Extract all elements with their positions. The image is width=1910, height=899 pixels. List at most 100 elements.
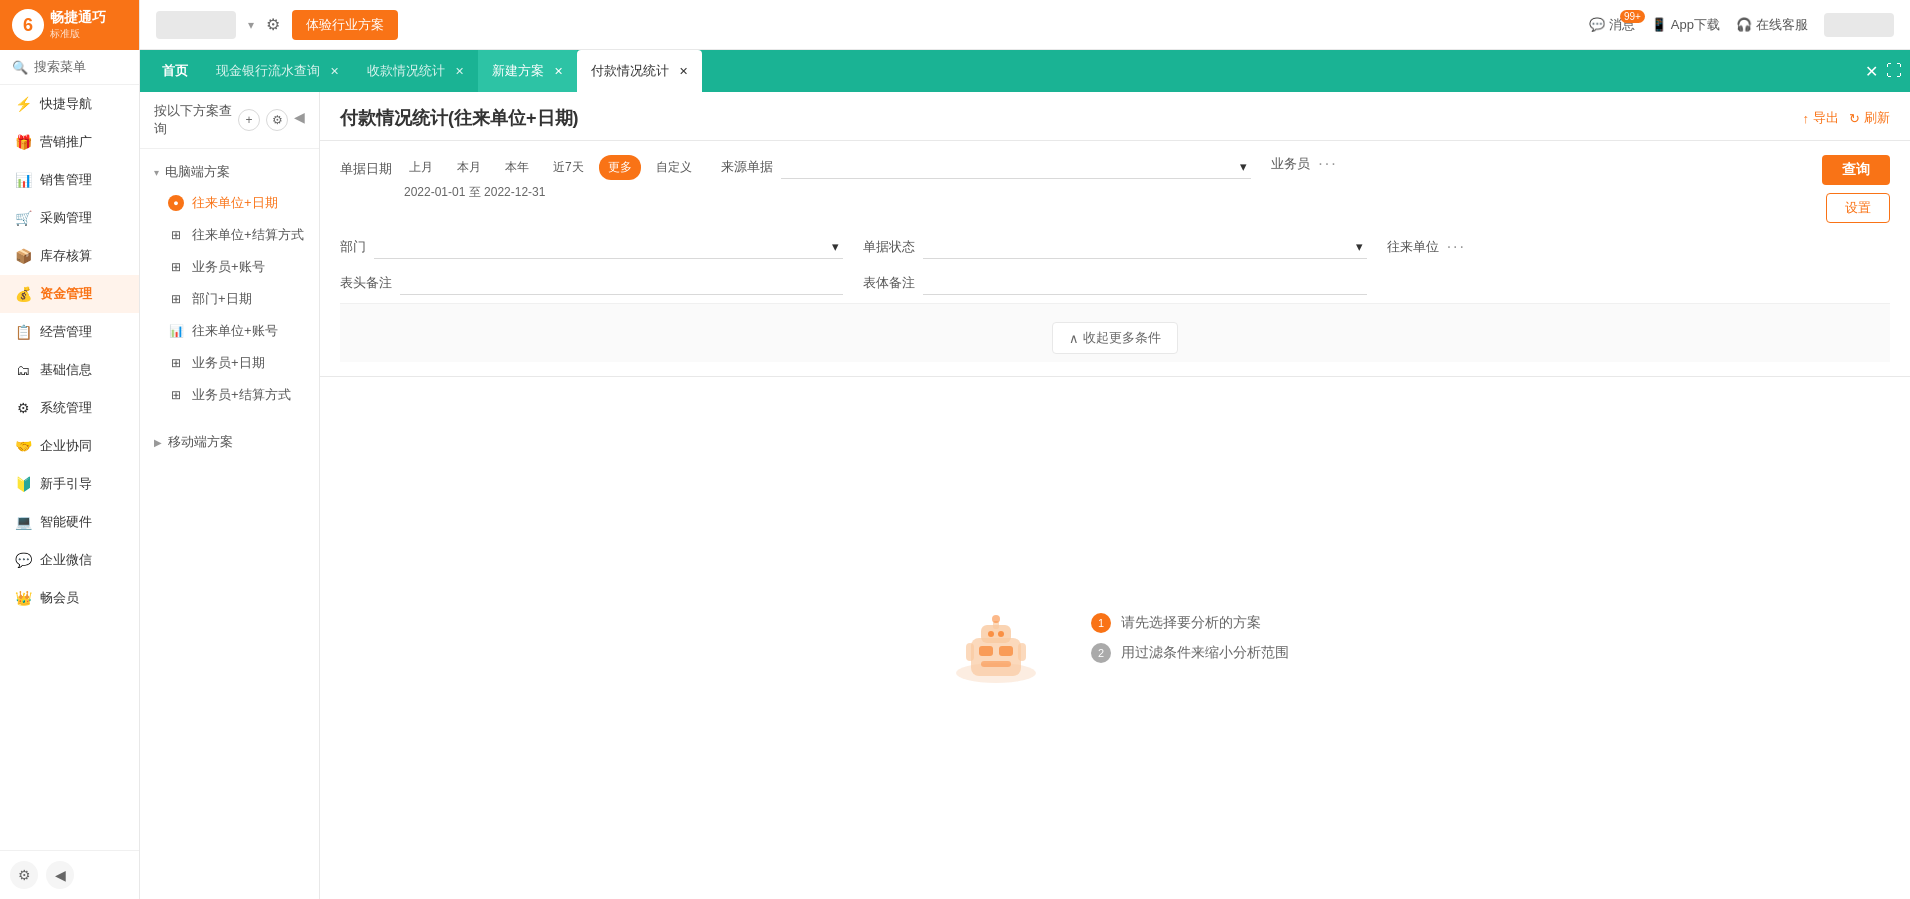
messages-btn[interactable]: 💬 消息 99+ xyxy=(1589,16,1635,34)
svg-point-9 xyxy=(998,631,1004,637)
scheme-item-dept-date[interactable]: ⊞ 部门+日期 xyxy=(140,283,319,315)
scheme-item-label: 业务员+账号 xyxy=(192,258,265,276)
topbar-gear-icon[interactable]: ⚙ xyxy=(266,15,280,34)
download-icon: 📱 xyxy=(1651,17,1667,32)
sidebar-logo: 6 畅捷通巧 标准版 xyxy=(0,0,139,50)
source-doc-chevron: ▾ xyxy=(1240,159,1247,174)
tab-payment-stats-close[interactable]: ✕ xyxy=(679,65,688,78)
svg-rect-5 xyxy=(966,643,974,661)
sidebar-item-hardware[interactable]: 💻 智能硬件 xyxy=(0,503,139,541)
tab-receipt-stats[interactable]: 收款情况统计 ✕ xyxy=(353,50,478,92)
scheme-item-unit-settle[interactable]: ⊞ 往来单位+结算方式 xyxy=(140,219,319,251)
dept-select[interactable]: ▾ xyxy=(374,235,843,259)
date-opt-this-month[interactable]: 本月 xyxy=(448,155,490,180)
scheme-item-unit-date[interactable]: ● 往来单位+日期 xyxy=(140,187,319,219)
scheme-item-staff-account[interactable]: ⊞ 业务员+账号 xyxy=(140,251,319,283)
system-icon: ⚙ xyxy=(14,399,32,417)
tab-payment-stats-label: 付款情况统计 xyxy=(591,62,669,80)
logo-icon: 6 xyxy=(12,9,44,41)
add-scheme-btn[interactable]: + xyxy=(238,109,260,131)
scheme-item-staff-date[interactable]: ⊞ 业务员+日期 xyxy=(140,347,319,379)
trial-btn[interactable]: 体验行业方案 xyxy=(292,10,398,40)
scheme-item-unit-account[interactable]: 📊 往来单位+账号 xyxy=(140,315,319,347)
settings-scheme-btn[interactable]: ⚙ xyxy=(266,109,288,131)
tab-bank-flow[interactable]: 现金银行流水查询 ✕ xyxy=(202,50,353,92)
sidebar-item-inventory[interactable]: 📦 库存核算 xyxy=(0,237,139,275)
collapse-sidebar-btn[interactable]: ◀ xyxy=(46,861,74,889)
filter-area: 单据日期 上月 本月 本年 近7天 更多 自定义 2022-01-01 至 20… xyxy=(320,141,1910,377)
sidebar-item-guide[interactable]: 🔰 新手引导 xyxy=(0,465,139,503)
page-header: 付款情况统计(往来单位+日期) ↑ 导出 ↻ 刷新 xyxy=(320,92,1910,141)
tab-new-plan-close[interactable]: ✕ xyxy=(554,65,563,78)
date-opt-last-month[interactable]: 上月 xyxy=(400,155,442,180)
tab-new-plan[interactable]: 新建方案 ✕ xyxy=(478,50,577,92)
tab-payment-stats[interactable]: 付款情况统计 ✕ xyxy=(577,50,702,92)
step-2-num: 2 xyxy=(1091,643,1111,663)
export-btn[interactable]: ↑ 导出 xyxy=(1803,109,1840,127)
step-1-num: 1 xyxy=(1091,613,1111,633)
sidebar-item-capital[interactable]: 💰 资金管理 xyxy=(0,275,139,313)
sidebar-item-operation[interactable]: 📋 经营管理 xyxy=(0,313,139,351)
body-note-label: 表体备注 xyxy=(863,274,915,292)
query-btn[interactable]: 查询 xyxy=(1822,155,1890,185)
settings-btn[interactable]: 设置 xyxy=(1826,193,1890,223)
sidebar-item-purchase[interactable]: 🛒 采购管理 xyxy=(0,199,139,237)
scheme-item-label: 往来单位+日期 xyxy=(192,194,278,212)
sales-icon: 📊 xyxy=(14,171,32,189)
staff-date-icon: ⊞ xyxy=(168,355,184,371)
svg-point-8 xyxy=(988,631,994,637)
date-opt-custom[interactable]: 自定义 xyxy=(647,155,701,180)
search-menu[interactable]: 🔍 搜索菜单 xyxy=(0,50,139,85)
source-doc-select[interactable]: ▾ xyxy=(781,155,1252,179)
staff-dots[interactable]: ··· xyxy=(1318,155,1337,173)
collapse-btn[interactable]: ∧ 收起更多条件 xyxy=(1052,322,1178,354)
date-opt-more[interactable]: 更多 xyxy=(599,155,641,180)
sidebar-item-label: 智能硬件 xyxy=(40,513,92,531)
sidebar-item-quick-nav[interactable]: ⚡ 快捷导航 xyxy=(0,85,139,123)
tab-home[interactable]: 首页 xyxy=(148,50,202,92)
body-note-input[interactable] xyxy=(923,271,1366,295)
desktop-scheme-header[interactable]: ▾ 电脑端方案 xyxy=(140,157,319,187)
topbar-chevron-icon[interactable]: ▾ xyxy=(248,18,254,32)
unit-account-icon: 📊 xyxy=(168,323,184,339)
date-range-value: 2022-01-01 至 2022-12-31 xyxy=(404,184,701,201)
refresh-btn[interactable]: ↻ 刷新 xyxy=(1849,109,1890,127)
expand-tab-btn[interactable]: ⛶ xyxy=(1886,62,1902,80)
sidebar-item-system[interactable]: ⚙ 系统管理 xyxy=(0,389,139,427)
sidebar-item-marketing[interactable]: 🎁 营销推广 xyxy=(0,123,139,161)
online-service-btn[interactable]: 🎧 在线客服 xyxy=(1736,16,1808,34)
cooperation-icon: 🤝 xyxy=(14,437,32,455)
close-all-tabs-btn[interactable]: ✕ xyxy=(1865,62,1878,81)
collapse-scheme-icon[interactable]: ◀ xyxy=(294,109,305,131)
dept-date-icon: ⊞ xyxy=(168,291,184,307)
date-opt-this-year[interactable]: 本年 xyxy=(496,155,538,180)
tab-bank-flow-close[interactable]: ✕ xyxy=(330,65,339,78)
sidebar-item-wechat[interactable]: 💬 企业微信 xyxy=(0,541,139,579)
scheme-panel: 按以下方案查询 + ⚙ ◀ ▾ 电脑端方案 ● 往来单位+日期 ⊞ xyxy=(140,92,320,899)
page-title: 付款情况统计(往来单位+日期) xyxy=(340,106,579,130)
mobile-scheme-label: 移动端方案 xyxy=(168,433,233,451)
sidebar: 6 畅捷通巧 标准版 🔍 搜索菜单 ⚡ 快捷导航 🎁 营销推广 📊 销售管理 🛒… xyxy=(0,0,140,899)
sidebar-item-basic[interactable]: 🗂 基础信息 xyxy=(0,351,139,389)
main-body: 付款情况统计(往来单位+日期) ↑ 导出 ↻ 刷新 单 xyxy=(320,92,1910,899)
staff-settle-icon: ⊞ xyxy=(168,387,184,403)
sidebar-item-cooperation[interactable]: 🤝 企业协同 xyxy=(0,427,139,465)
mobile-scheme-header[interactable]: ▶ 移动端方案 xyxy=(140,427,319,457)
sidebar-item-member[interactable]: 👑 畅会员 xyxy=(0,579,139,617)
empty-step-2: 2 用过滤条件来缩小分析范围 xyxy=(1091,643,1289,663)
capital-icon: 💰 xyxy=(14,285,32,303)
sidebar-item-sales[interactable]: 📊 销售管理 xyxy=(0,161,139,199)
settings-footer-btn[interactable]: ⚙ xyxy=(10,861,38,889)
app-download-btn[interactable]: 📱 App下载 xyxy=(1651,16,1720,34)
doc-status-select[interactable]: ▾ xyxy=(923,235,1366,259)
tab-receipt-stats-close[interactable]: ✕ xyxy=(455,65,464,78)
sidebar-item-label: 新手引导 xyxy=(40,475,92,493)
sidebar-item-label: 营销推广 xyxy=(40,133,92,151)
partner-dots[interactable]: ··· xyxy=(1447,238,1466,256)
user-avatar[interactable] xyxy=(1824,13,1894,37)
scheme-item-staff-settle[interactable]: ⊞ 业务员+结算方式 xyxy=(140,379,319,411)
message-badge: 99+ xyxy=(1620,10,1645,23)
date-opt-last-7days[interactable]: 近7天 xyxy=(544,155,593,180)
header-note-input[interactable] xyxy=(400,271,843,295)
basic-icon: 🗂 xyxy=(14,361,32,379)
